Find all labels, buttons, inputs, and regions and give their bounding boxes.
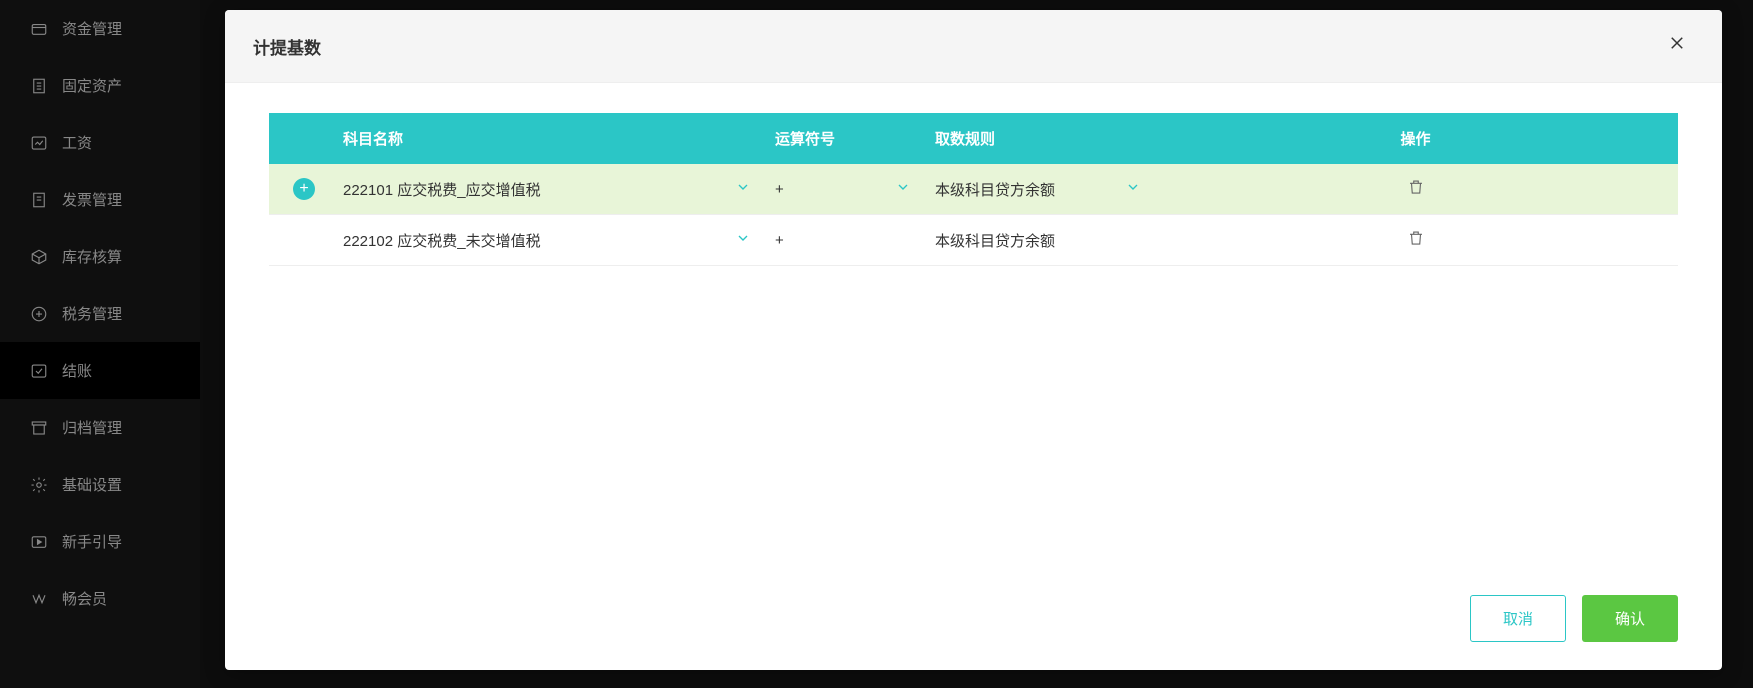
sidebar-item-label: 库存核算 <box>62 246 122 267</box>
chevron-down-icon <box>895 179 911 199</box>
sidebar-item-label: 基础设置 <box>62 474 122 495</box>
sidebar-item-guide[interactable]: 新手引导 <box>0 513 200 570</box>
trash-icon <box>1407 229 1425 247</box>
sidebar: 资金管理 固定资产 工资 发票管理 库存核算 税务管理 结账 归档管理 基础设置… <box>0 0 200 688</box>
rule-value: 本级科目贷方余额 <box>935 179 1055 200</box>
archive-icon <box>30 419 48 437</box>
sidebar-item-closing[interactable]: 结账 <box>0 342 200 399</box>
delete-row-button[interactable] <box>1407 229 1425 247</box>
chart-icon <box>30 134 48 152</box>
basis-table: 科目名称 运算符号 取数规则 操作 + 222101 应交税费_应交增值税 <box>269 113 1678 266</box>
sidebar-item-label: 工资 <box>62 132 92 153</box>
sidebar-item-inventory[interactable]: 库存核算 <box>0 228 200 285</box>
wallet-icon <box>30 20 48 38</box>
col-rule-header: 取数规则 <box>923 113 1153 164</box>
table-row[interactable]: + 222101 应交税费_应交增值税 + <box>269 164 1678 215</box>
sidebar-item-vip[interactable]: 畅会员 <box>0 570 200 627</box>
subject-value: 222101 应交税费_应交增值税 <box>343 179 541 200</box>
modal-body: 科目名称 运算符号 取数规则 操作 + 222101 应交税费_应交增值税 <box>225 83 1722 575</box>
chevron-down-icon <box>735 179 751 199</box>
check-icon <box>30 362 48 380</box>
col-add-header <box>269 113 331 164</box>
rule-select[interactable]: 本级科目贷方余额 <box>935 179 1141 200</box>
add-row-button[interactable]: + <box>293 178 315 200</box>
sidebar-item-salary[interactable]: 工资 <box>0 114 200 171</box>
sidebar-item-archive[interactable]: 归档管理 <box>0 399 200 456</box>
confirm-button[interactable]: 确认 <box>1582 595 1678 642</box>
sidebar-item-label: 税务管理 <box>62 303 122 324</box>
receipt-icon <box>30 191 48 209</box>
close-button[interactable] <box>1660 30 1694 62</box>
close-icon <box>1668 34 1686 52</box>
cancel-button[interactable]: 取消 <box>1470 595 1566 642</box>
sidebar-item-label: 归档管理 <box>62 417 122 438</box>
sidebar-item-label: 发票管理 <box>62 189 122 210</box>
col-operator-header: 运算符号 <box>763 113 923 164</box>
play-icon <box>30 533 48 551</box>
building-icon <box>30 77 48 95</box>
trash-icon <box>1407 178 1425 196</box>
sidebar-item-tax[interactable]: 税务管理 <box>0 285 200 342</box>
modal-footer: 取消 确认 <box>225 575 1722 670</box>
operator-select[interactable]: + <box>775 179 911 199</box>
box-icon <box>30 248 48 266</box>
operator-value: + <box>775 181 784 198</box>
delete-row-button[interactable] <box>1407 178 1425 196</box>
chevron-down-icon <box>1125 179 1141 199</box>
rule-select[interactable]: 本级科目贷方余额 <box>935 230 1141 251</box>
sidebar-item-label: 固定资产 <box>62 75 122 96</box>
operator-value: + <box>775 232 784 249</box>
sidebar-item-label: 结账 <box>62 360 92 381</box>
subject-select[interactable]: 222102 应交税费_未交增值税 <box>343 230 751 251</box>
sidebar-item-funds[interactable]: 资金管理 <box>0 0 200 57</box>
table-row[interactable]: 222102 应交税费_未交增值税 + 本级科目贷方余额 <box>269 215 1678 266</box>
sidebar-item-label: 资金管理 <box>62 18 122 39</box>
operator-select[interactable]: + <box>775 232 911 249</box>
sidebar-item-assets[interactable]: 固定资产 <box>0 57 200 114</box>
modal-title: 计提基数 <box>253 34 321 59</box>
modal-dialog: 计提基数 科目名称 运算符号 取数规则 操作 + <box>225 10 1722 670</box>
rule-value: 本级科目贷方余额 <box>935 230 1055 251</box>
chevron-down-icon <box>735 230 751 250</box>
sidebar-item-label: 畅会员 <box>62 588 107 609</box>
sidebar-item-label: 新手引导 <box>62 531 122 552</box>
modal-header: 计提基数 <box>225 10 1722 83</box>
col-action-header: 操作 <box>1153 113 1678 164</box>
tax-icon <box>30 305 48 323</box>
vip-icon <box>30 590 48 608</box>
gear-icon <box>30 476 48 494</box>
subject-select[interactable]: 222101 应交税费_应交增值税 <box>343 179 751 200</box>
sidebar-item-invoice[interactable]: 发票管理 <box>0 171 200 228</box>
subject-value: 222102 应交税费_未交增值税 <box>343 230 541 251</box>
col-subject-header: 科目名称 <box>331 113 763 164</box>
sidebar-item-settings[interactable]: 基础设置 <box>0 456 200 513</box>
